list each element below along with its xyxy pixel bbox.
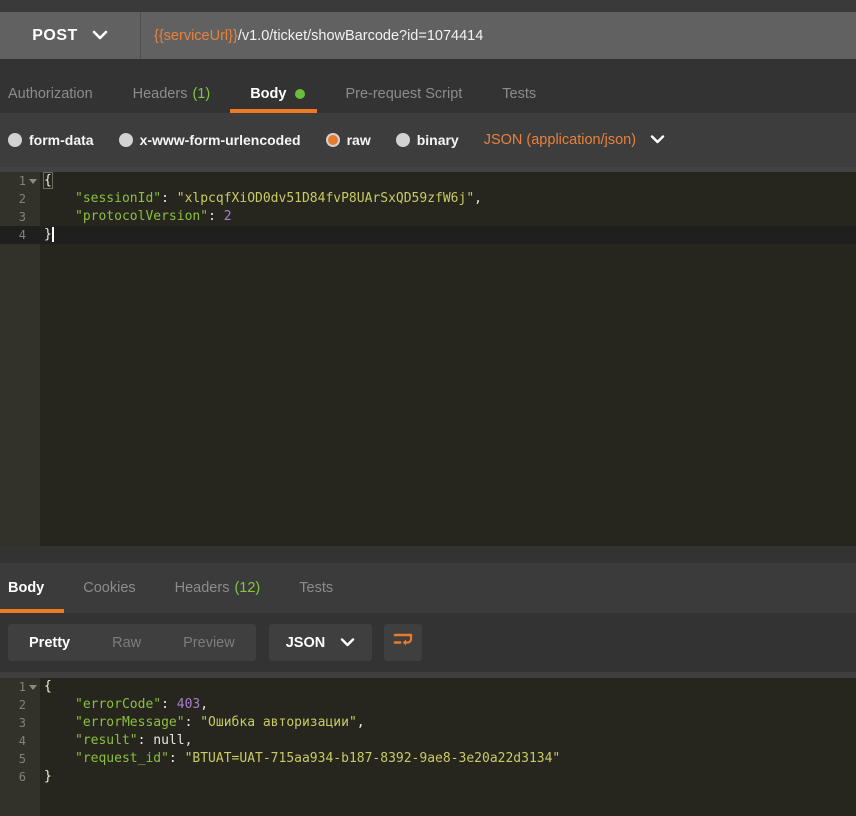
body-filled-dot [295, 89, 306, 99]
tab-pre-request-script[interactable]: Pre-request Script [345, 75, 462, 113]
response-toolbar: Pretty Raw Preview JSON [0, 613, 856, 672]
fold-arrow-icon[interactable] [26, 178, 40, 184]
url-environment-variable: {{serviceUrl}} [154, 27, 238, 44]
tab-headers[interactable]: Headers (1) [133, 75, 211, 113]
request-url-bar: POST {{serviceUrl}}/v1.0/ticket/showBarc… [0, 12, 856, 59]
response-headers-count-badge: (12) [234, 580, 261, 596]
view-raw-button[interactable]: Raw [91, 624, 162, 661]
tab-authorization[interactable]: Authorization [8, 75, 93, 113]
response-format-select[interactable]: JSON [268, 624, 373, 661]
url-input[interactable]: {{serviceUrl}}/v1.0/ticket/showBarcode?i… [141, 12, 856, 59]
body-type-raw[interactable]: raw [325, 132, 371, 148]
text-cursor [52, 227, 54, 242]
headers-count-badge: (1) [192, 86, 211, 102]
response-tabs: Body Cookies Headers (12) Tests [0, 563, 856, 613]
fold-arrow-icon[interactable] [26, 684, 40, 690]
section-divider [0, 546, 856, 563]
body-type-row: form-data x-www-form-urlencoded raw bina… [0, 113, 856, 167]
tab-body[interactable]: Body [230, 75, 318, 113]
request-body-editor[interactable]: 1 { 2 "sessionId": "xlpcqfXiOD0dv51D84fv… [0, 172, 856, 546]
body-type-x-www-form-urlencoded[interactable]: x-www-form-urlencoded [118, 132, 301, 148]
chevron-down-icon [92, 27, 108, 45]
code-line: 2 "errorCode": 403, [18, 697, 209, 712]
code-line: 1 { [18, 172, 53, 189]
radio-selected-icon[interactable] [325, 133, 340, 147]
response-tab-tests[interactable]: Tests [299, 563, 333, 613]
chevron-down-icon [340, 634, 355, 652]
response-tab-body[interactable]: Body [0, 563, 65, 613]
view-preview-button[interactable]: Preview [162, 624, 256, 661]
radio-icon[interactable] [118, 133, 133, 147]
response-body-editor[interactable]: 1 { 2 "errorCode": 403, 3 "errorMessage"… [0, 678, 856, 816]
code-line-active: 4 } [0, 226, 856, 244]
response-tab-cookies[interactable]: Cookies [83, 563, 135, 613]
radio-icon[interactable] [395, 133, 410, 147]
body-type-form-data[interactable]: form-data [8, 132, 94, 148]
code-line: 1 { [18, 679, 52, 694]
wrap-text-button[interactable] [384, 624, 423, 661]
radio-icon[interactable] [8, 133, 22, 147]
url-path: /v1.0/ticket/showBarcode?id=1074414 [237, 27, 484, 44]
body-type-binary[interactable]: binary [395, 132, 459, 148]
content-type-select[interactable]: JSON (application/json) [484, 131, 665, 149]
http-method-value: POST [32, 26, 78, 44]
request-tabs: Authorization Headers (1) Body Pre-reque… [0, 75, 856, 113]
chevron-down-icon [650, 131, 665, 149]
wrap-text-icon [391, 628, 415, 657]
code-line: 6 } [18, 769, 52, 784]
code-line: 2 "sessionId": "xlpcqfXiOD0dv51D84fvP8UA… [18, 191, 482, 206]
code-line: 3 "errorMessage": "Ошибка авторизации", [18, 715, 365, 730]
spacer [0, 59, 856, 75]
http-method-select[interactable]: POST [0, 12, 141, 59]
response-tab-headers[interactable]: Headers (12) [175, 563, 261, 613]
code-line: 5 "request_id": "BTUAT=UAT-715aa934-b187… [18, 751, 561, 766]
postman-window: POST {{serviceUrl}}/v1.0/ticket/showBarc… [0, 0, 856, 816]
view-pretty-button[interactable]: Pretty [8, 624, 91, 661]
code-line: 3 "protocolVersion": 2 [18, 209, 232, 224]
tab-tests[interactable]: Tests [502, 75, 536, 113]
response-view-switch: Pretty Raw Preview [8, 624, 256, 661]
code-line: 4 "result": null, [18, 733, 193, 748]
top-strip [0, 0, 856, 12]
